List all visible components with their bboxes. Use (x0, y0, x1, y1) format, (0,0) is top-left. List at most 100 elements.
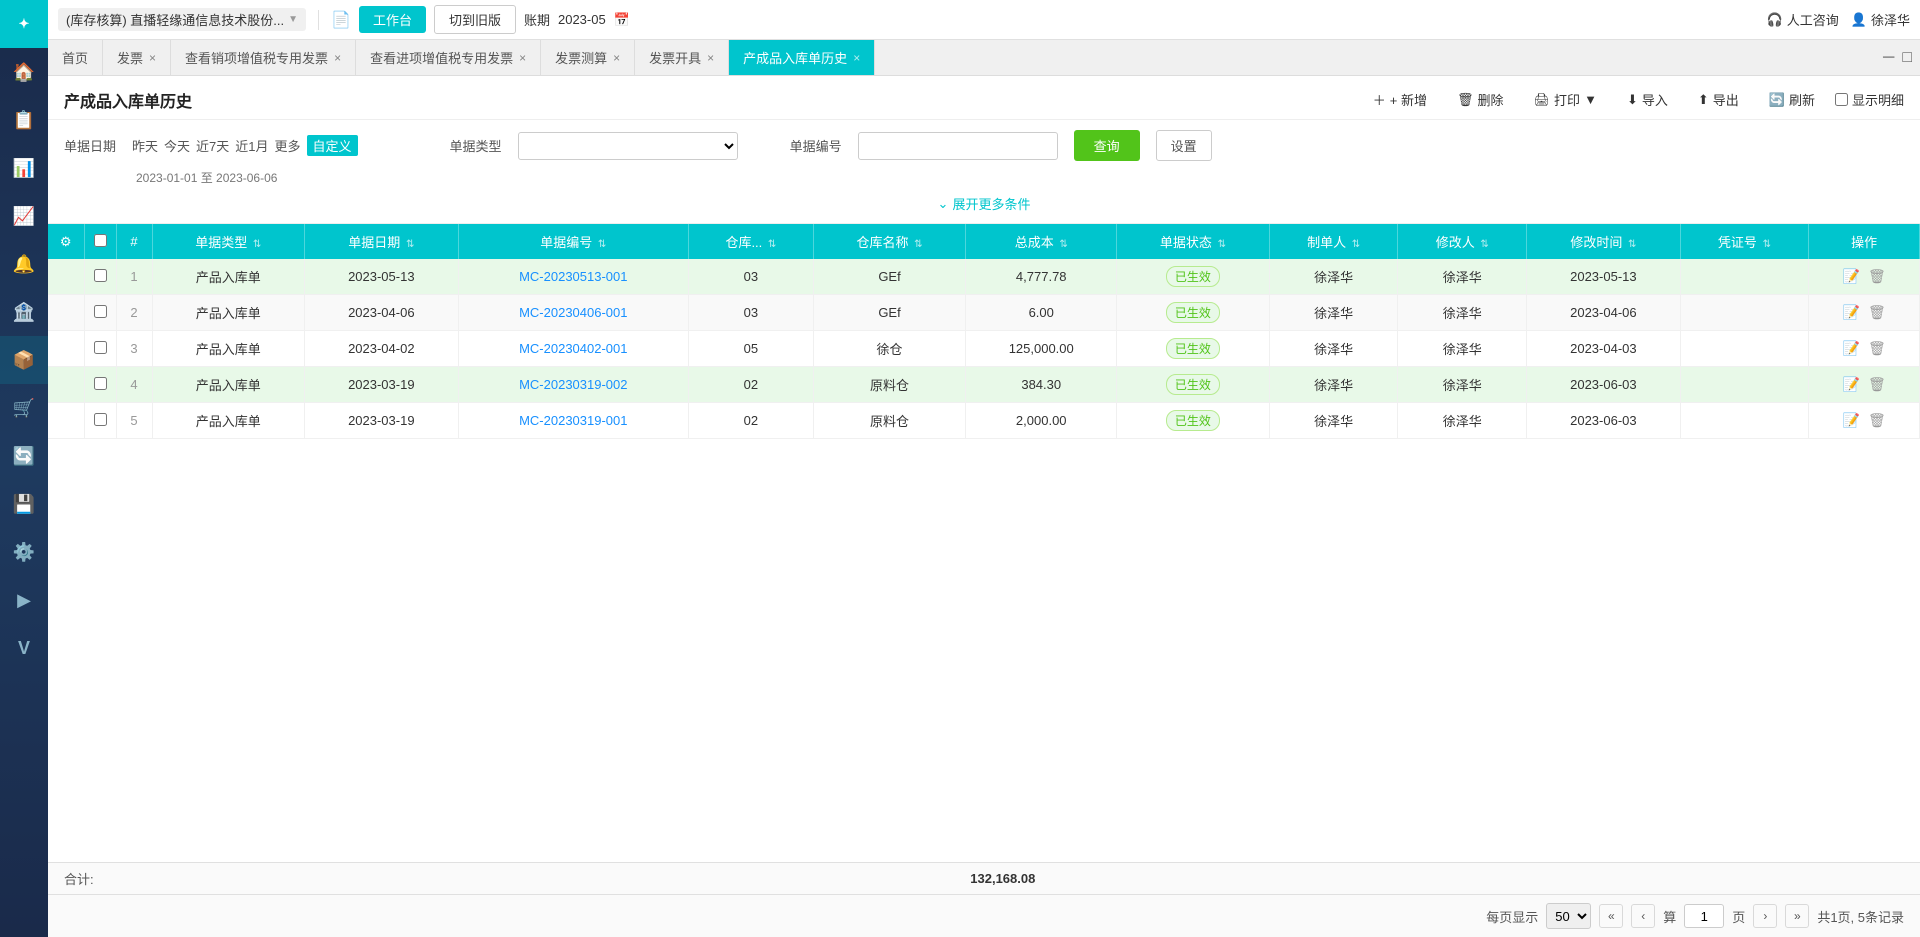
number-link-3[interactable]: MC-20230319-002 (519, 377, 627, 392)
cell-checkbox-4[interactable] (84, 403, 116, 439)
print-button[interactable]: 🖨 打印 ▼ (1524, 86, 1607, 113)
cell-checkbox-3[interactable] (84, 367, 116, 403)
th-type[interactable]: 单据类型 ⇅ (152, 224, 305, 259)
user-avatar[interactable]: 👤 徐泽华 (1851, 10, 1910, 29)
next-page-button[interactable]: › (1753, 904, 1777, 928)
date-more[interactable]: 更多 (275, 136, 301, 155)
number-link-2[interactable]: MC-20230402-001 (519, 341, 627, 356)
new-button[interactable]: ＋ + 新增 (1363, 86, 1437, 113)
first-page-button[interactable]: « (1599, 904, 1623, 928)
cell-checkbox-2[interactable] (84, 331, 116, 367)
row-checkbox-0[interactable] (94, 269, 107, 282)
tab-product-inbound-close[interactable]: × (853, 51, 860, 65)
tab-home[interactable]: 首页 (48, 40, 103, 75)
show-detail-checkbox-label[interactable]: 显示明细 (1835, 90, 1904, 109)
copy-icon[interactable]: 📄 (331, 10, 351, 30)
page-number-input[interactable] (1684, 904, 1724, 928)
tab-invoice[interactable]: 发票 × (103, 40, 171, 75)
tab-invoice-calc-close[interactable]: × (613, 51, 620, 65)
calendar-icon[interactable]: 📅 (614, 12, 630, 28)
number-link-4[interactable]: MC-20230319-001 (519, 413, 627, 428)
query-button[interactable]: 查询 (1074, 130, 1140, 161)
sidebar-item-documents[interactable]: 📋 (0, 96, 48, 144)
sidebar-item-notifications[interactable]: 🔔 (0, 240, 48, 288)
edit-icon-3[interactable]: 📝 (1843, 376, 1860, 393)
th-modify-time[interactable]: 修改时间 ⇅ (1527, 224, 1680, 259)
sidebar-item-media[interactable]: ▶ (0, 576, 48, 624)
th-modifier[interactable]: 修改人 ⇅ (1398, 224, 1527, 259)
workbench-button[interactable]: 工作台 (359, 6, 426, 33)
setting-button[interactable]: 设置 (1156, 130, 1212, 161)
help-button[interactable]: 🎧 人工咨询 (1767, 10, 1839, 29)
tab-purchase-vat-close[interactable]: × (519, 51, 526, 65)
sidebar-item-analytics[interactable]: 📈 (0, 192, 48, 240)
th-checkbox[interactable] (84, 224, 116, 259)
sidebar-item-inventory[interactable]: 📦 (0, 336, 48, 384)
cell-checkbox-0[interactable] (84, 259, 116, 295)
cell-checkbox-1[interactable] (84, 295, 116, 331)
th-creator[interactable]: 制单人 ⇅ (1269, 224, 1398, 259)
th-settings[interactable]: ⚙ (48, 224, 84, 259)
show-detail-checkbox[interactable] (1835, 93, 1848, 106)
row-checkbox-2[interactable] (94, 341, 107, 354)
import-button[interactable]: ⬇ 导入 (1617, 86, 1678, 113)
edit-icon-0[interactable]: 📝 (1843, 268, 1860, 285)
sidebar-item-home[interactable]: 🏠 (0, 48, 48, 96)
sidebar-item-purchase[interactable]: 🛒 (0, 384, 48, 432)
delete-icon-0[interactable]: 🗑 (1868, 268, 1886, 285)
row-checkbox-1[interactable] (94, 305, 107, 318)
tab-invoice-open[interactable]: 发票开具 × (635, 40, 729, 75)
tab-sales-vat-close[interactable]: × (334, 51, 341, 65)
delete-icon-1[interactable]: 🗑 (1868, 304, 1886, 321)
tab-maximize-icon[interactable]: □ (1902, 49, 1912, 67)
cell-number-2[interactable]: MC-20230402-001 (458, 331, 688, 367)
th-date[interactable]: 单据日期 ⇅ (305, 224, 458, 259)
edit-icon-2[interactable]: 📝 (1843, 340, 1860, 357)
th-voucher[interactable]: 凭证号 ⇅ (1680, 224, 1809, 259)
sidebar-item-version[interactable]: V (0, 624, 48, 672)
edit-icon-1[interactable]: 📝 (1843, 304, 1860, 321)
sidebar-item-reports[interactable]: 📊 (0, 144, 48, 192)
th-status[interactable]: 单据状态 ⇅ (1117, 224, 1270, 259)
tab-purchase-vat[interactable]: 查看进项增值税专用发票 × (356, 40, 541, 75)
company-selector[interactable]: (库存核算) 直播轻缘通信息技术股份... ▼ (58, 8, 306, 31)
date-today[interactable]: 今天 (164, 136, 190, 155)
th-total-cost[interactable]: 总成本 ⇅ (966, 224, 1117, 259)
switch-old-button[interactable]: 切到旧版 (434, 5, 516, 34)
tab-product-inbound[interactable]: 产成品入库单历史 × (729, 40, 875, 75)
refresh-button[interactable]: 🔄 刷新 (1759, 86, 1825, 113)
export-button[interactable]: ⬆ 导出 (1688, 86, 1749, 113)
date-1month[interactable]: 近1月 (235, 136, 268, 155)
tab-minimize-icon[interactable]: ─ (1883, 49, 1894, 67)
delete-icon-4[interactable]: 🗑 (1868, 412, 1886, 429)
row-checkbox-3[interactable] (94, 377, 107, 390)
th-warehouse-code[interactable]: 仓库... ⇅ (689, 224, 814, 259)
sidebar-item-settings[interactable]: ⚙️ (0, 528, 48, 576)
last-page-button[interactable]: » (1785, 904, 1809, 928)
sidebar-item-storage[interactable]: 💾 (0, 480, 48, 528)
delete-icon-3[interactable]: 🗑 (1868, 376, 1886, 393)
number-input[interactable] (858, 132, 1058, 160)
cell-number-1[interactable]: MC-20230406-001 (458, 295, 688, 331)
select-all-checkbox[interactable] (94, 234, 107, 247)
tab-sales-vat[interactable]: 查看销项增值税专用发票 × (171, 40, 356, 75)
delete-icon-2[interactable]: 🗑 (1868, 340, 1886, 357)
sidebar-item-operations[interactable]: 🔄 (0, 432, 48, 480)
date-7days[interactable]: 近7天 (196, 136, 229, 155)
date-custom[interactable]: 自定义 (307, 135, 358, 156)
th-warehouse-name[interactable]: 仓库名称 ⇅ (813, 224, 966, 259)
cell-number-4[interactable]: MC-20230319-001 (458, 403, 688, 439)
tab-invoice-close[interactable]: × (149, 51, 156, 65)
number-link-0[interactable]: MC-20230513-001 (519, 269, 627, 284)
row-checkbox-4[interactable] (94, 413, 107, 426)
delete-button[interactable]: 🗑 删除 (1447, 86, 1514, 113)
edit-icon-4[interactable]: 📝 (1843, 412, 1860, 429)
page-size-select[interactable]: 50 (1546, 903, 1591, 929)
prev-page-button[interactable]: ‹ (1631, 904, 1655, 928)
expand-more-button[interactable]: ⌄ 展开更多条件 (938, 194, 1031, 213)
number-link-1[interactable]: MC-20230406-001 (519, 305, 627, 320)
tab-invoice-open-close[interactable]: × (707, 51, 714, 65)
type-select[interactable] (518, 132, 738, 160)
th-number[interactable]: 单据编号 ⇅ (458, 224, 688, 259)
tab-invoice-calc[interactable]: 发票测算 × (541, 40, 635, 75)
